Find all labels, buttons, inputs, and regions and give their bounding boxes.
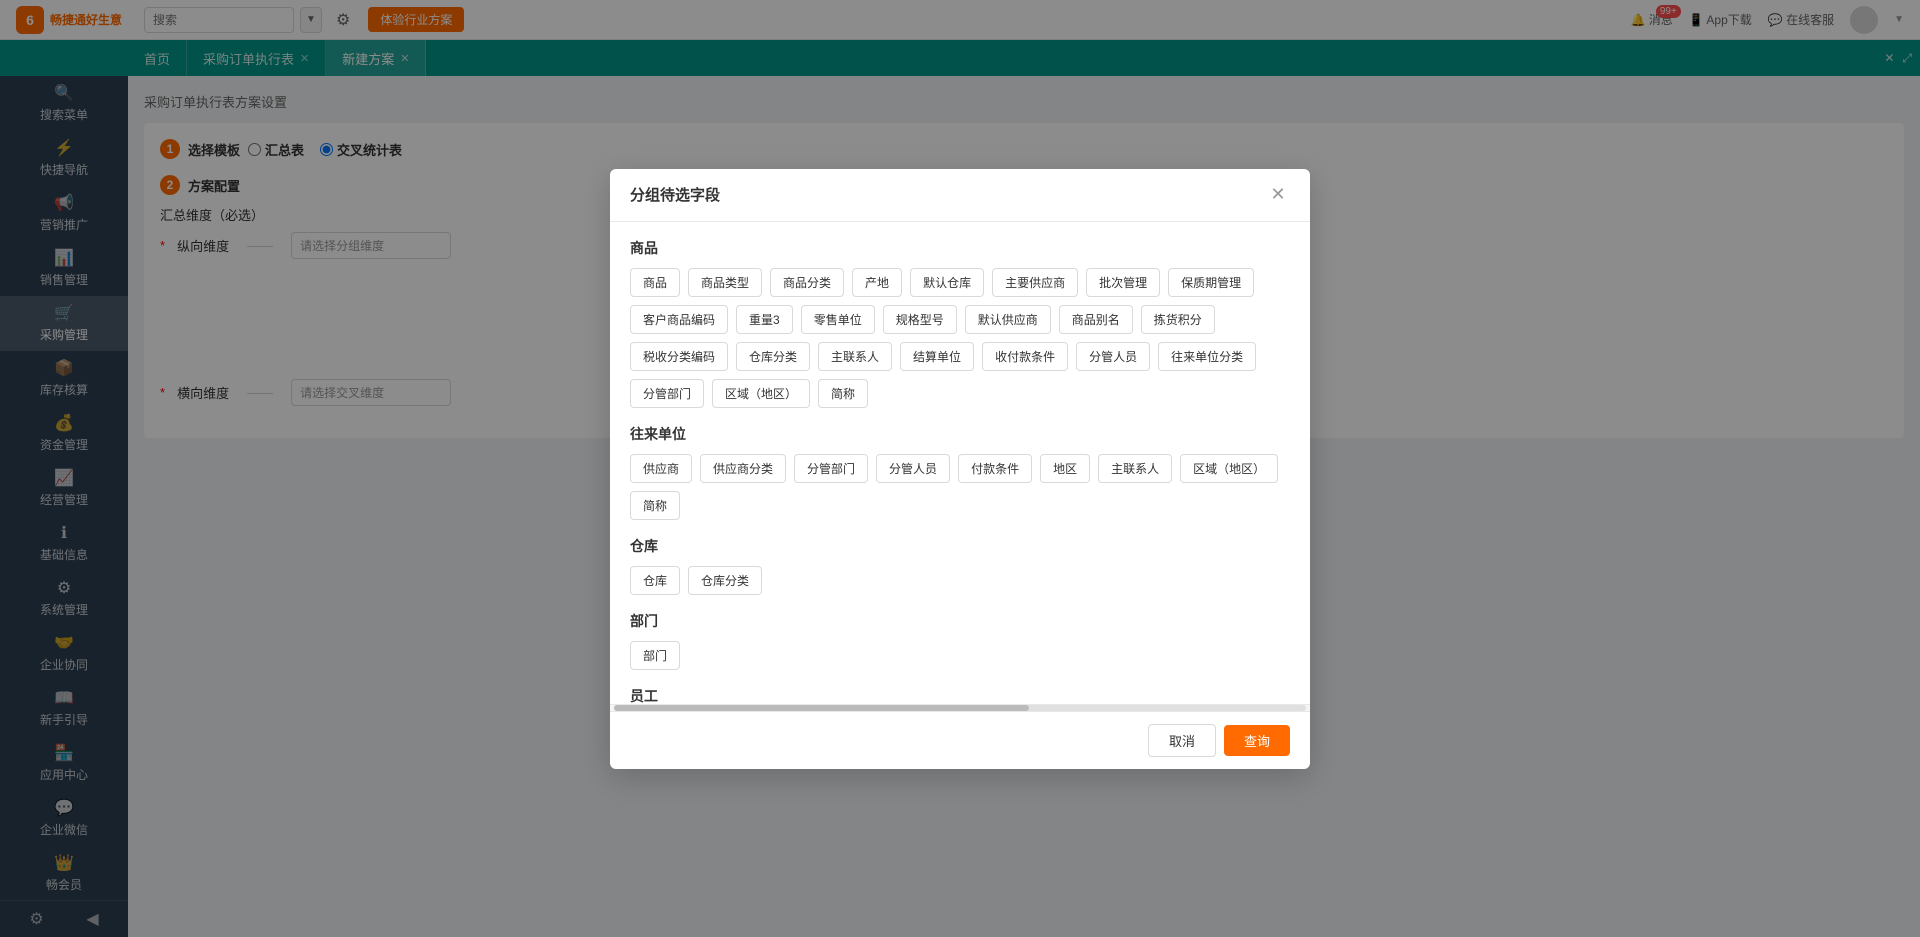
field-main-contact2[interactable]: 主联系人 [1098,454,1172,483]
field-grid-partner: 供应商 供应商分类 分管部门 分管人员 付款条件 地区 主联系人 区域（地区） … [630,454,1290,520]
section-title-goods: 商品 [630,238,1290,258]
field-weight[interactable]: 重量3 [736,305,793,334]
field-default-supplier[interactable]: 默认供应商 [965,305,1051,334]
modal-overlay: 分组待选字段 ✕ 商品 商品 商品类型 商品分类 产地 默认仓库 主要供应商 批… [0,0,1920,937]
field-supplier[interactable]: 供应商 [630,454,692,483]
field-grid-warehouse: 仓库 仓库分类 [630,566,1290,595]
field-shelf-life[interactable]: 保质期管理 [1168,268,1254,297]
confirm-button[interactable]: 查询 [1224,725,1290,756]
field-pick-points[interactable]: 拣货积分 [1141,305,1215,334]
field-payment-cond[interactable]: 付款条件 [958,454,1032,483]
field-goods-category[interactable]: 商品分类 [770,268,844,297]
field-main-contact[interactable]: 主联系人 [818,342,892,371]
cancel-button[interactable]: 取消 [1148,724,1216,757]
field-abbr2[interactable]: 简称 [630,491,680,520]
field-settlement-unit[interactable]: 结算单位 [900,342,974,371]
field-region[interactable]: 区域（地区） [712,379,810,408]
field-warehouse-cat[interactable]: 仓库分类 [688,566,762,595]
field-manage-person[interactable]: 分管人员 [876,454,950,483]
field-grid-dept: 部门 [630,641,1290,670]
field-supplier-category[interactable]: 供应商分类 [700,454,786,483]
field-partner-category[interactable]: 往来单位分类 [1158,342,1256,371]
field-retail-unit[interactable]: 零售单位 [801,305,875,334]
section-title-warehouse: 仓库 [630,536,1290,556]
horizontal-scrollbar[interactable] [610,704,1310,711]
modal-footer: 取消 查询 [610,711,1310,769]
field-department[interactable]: 部门 [630,641,680,670]
field-abbr[interactable]: 简称 [818,379,868,408]
field-warehouse-category[interactable]: 仓库分类 [736,342,810,371]
field-spec-model[interactable]: 规格型号 [883,305,957,334]
field-tax-code[interactable]: 税收分类编码 [630,342,728,371]
field-customer-code[interactable]: 客户商品编码 [630,305,728,334]
field-batch-mgmt[interactable]: 批次管理 [1086,268,1160,297]
modal-body: 商品 商品 商品类型 商品分类 产地 默认仓库 主要供应商 批次管理 保质期管理… [610,222,1310,704]
field-origin[interactable]: 产地 [852,268,902,297]
field-main-supplier[interactable]: 主要供应商 [992,268,1078,297]
modal-title: 分组待选字段 [630,184,720,205]
field-goods[interactable]: 商品 [630,268,680,297]
field-default-warehouse[interactable]: 默认仓库 [910,268,984,297]
field-grid-goods: 商品 商品类型 商品分类 产地 默认仓库 主要供应商 批次管理 保质期管理 客户… [630,268,1290,408]
field-dept[interactable]: 分管部门 [630,379,704,408]
field-select-modal: 分组待选字段 ✕ 商品 商品 商品类型 商品分类 产地 默认仓库 主要供应商 批… [610,169,1310,769]
field-manage-dept[interactable]: 分管部门 [794,454,868,483]
section-title-partner: 往来单位 [630,424,1290,444]
field-goods-type[interactable]: 商品类型 [688,268,762,297]
field-region2[interactable]: 区域（地区） [1180,454,1278,483]
field-payment-terms[interactable]: 收付款条件 [982,342,1068,371]
section-title-employee: 员工 [630,686,1290,704]
field-area[interactable]: 地区 [1040,454,1090,483]
field-goods-alias[interactable]: 商品别名 [1059,305,1133,334]
h-scrollbar-track [614,705,1306,711]
section-title-dept: 部门 [630,611,1290,631]
field-warehouse[interactable]: 仓库 [630,566,680,595]
h-scrollbar-thumb [614,705,1029,711]
modal-close-btn[interactable]: ✕ [1266,183,1290,207]
modal-header: 分组待选字段 ✕ [610,169,1310,222]
field-manager[interactable]: 分管人员 [1076,342,1150,371]
